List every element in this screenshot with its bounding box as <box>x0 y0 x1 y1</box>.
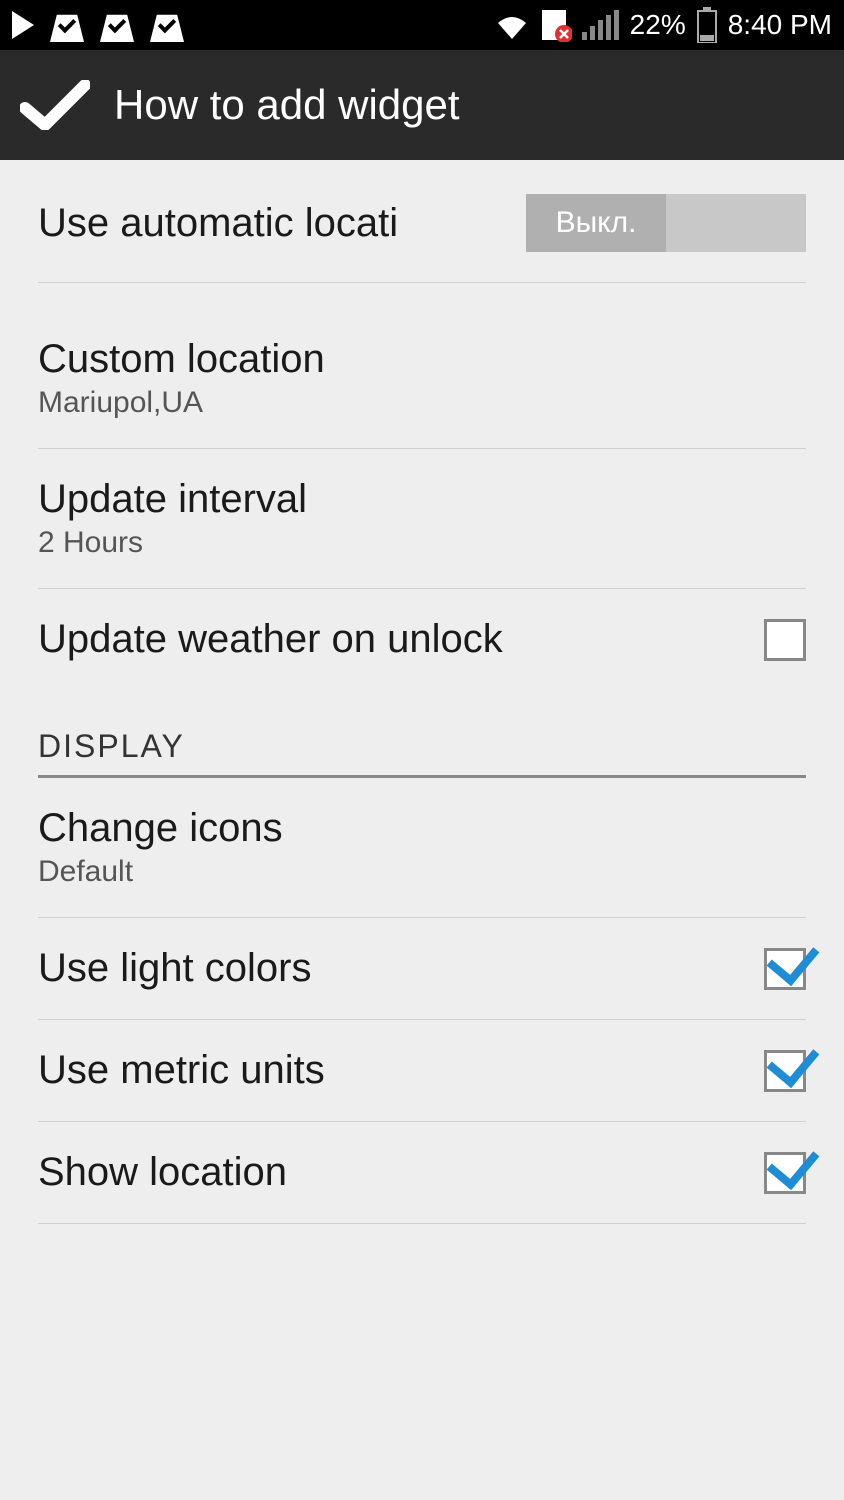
bag-check-icon-1 <box>50 8 84 42</box>
setting-metric-units[interactable]: Use metric units <box>38 1020 806 1122</box>
setting-show-location[interactable]: Show location <box>38 1122 806 1224</box>
setting-title: Update weather on unlock <box>38 617 764 662</box>
setting-title: Change icons <box>38 806 806 851</box>
setting-title: Use automatic location <box>38 201 398 246</box>
clock: 8:40 PM <box>728 9 832 41</box>
setting-title: Use light colors <box>38 946 764 991</box>
wifi-icon <box>494 11 530 39</box>
checkbox-metric-units[interactable] <box>764 1050 806 1092</box>
check-icon <box>20 80 90 130</box>
setting-auto-location[interactable]: Use automatic location Выкл. <box>38 180 806 283</box>
bag-check-icon-3 <box>150 8 184 42</box>
app-header: How to add widget <box>0 50 844 160</box>
section-display: DISPLAY <box>38 690 806 778</box>
setting-update-interval[interactable]: Update interval 2 Hours <box>38 449 806 589</box>
play-icon <box>12 11 34 39</box>
setting-light-colors[interactable]: Use light colors <box>38 918 806 1020</box>
status-bar: 22% 8:40 PM <box>0 0 844 50</box>
signal-icon <box>582 10 620 40</box>
setting-title: Show location <box>38 1150 764 1195</box>
setting-change-icons[interactable]: Change icons Default <box>38 778 806 918</box>
checkbox-light-colors[interactable] <box>764 948 806 990</box>
setting-title: Custom location <box>38 337 806 382</box>
setting-value: Mariupol,UA <box>38 386 806 420</box>
battery-icon <box>696 7 718 43</box>
setting-title: Use metric units <box>38 1048 764 1093</box>
settings-content: Use automatic location Выкл. Custom loca… <box>0 160 844 1224</box>
status-left <box>12 8 184 42</box>
sim-error-icon <box>540 8 572 42</box>
setting-value: Default <box>38 855 806 889</box>
status-right: 22% 8:40 PM <box>494 7 832 43</box>
setting-custom-location[interactable]: Custom location Mariupol,UA <box>38 309 806 449</box>
toggle-label: Выкл. <box>526 194 666 252</box>
setting-update-on-unlock[interactable]: Update weather on unlock <box>38 589 806 690</box>
checkbox-show-location[interactable] <box>764 1152 806 1194</box>
page-title: How to add widget <box>114 81 460 129</box>
toggle-auto-location[interactable]: Выкл. <box>526 194 806 252</box>
setting-value: 2 Hours <box>38 526 806 560</box>
battery-percent: 22% <box>630 9 686 41</box>
bag-check-icon-2 <box>100 8 134 42</box>
checkbox-update-on-unlock[interactable] <box>764 619 806 661</box>
setting-title: Update interval <box>38 477 806 522</box>
